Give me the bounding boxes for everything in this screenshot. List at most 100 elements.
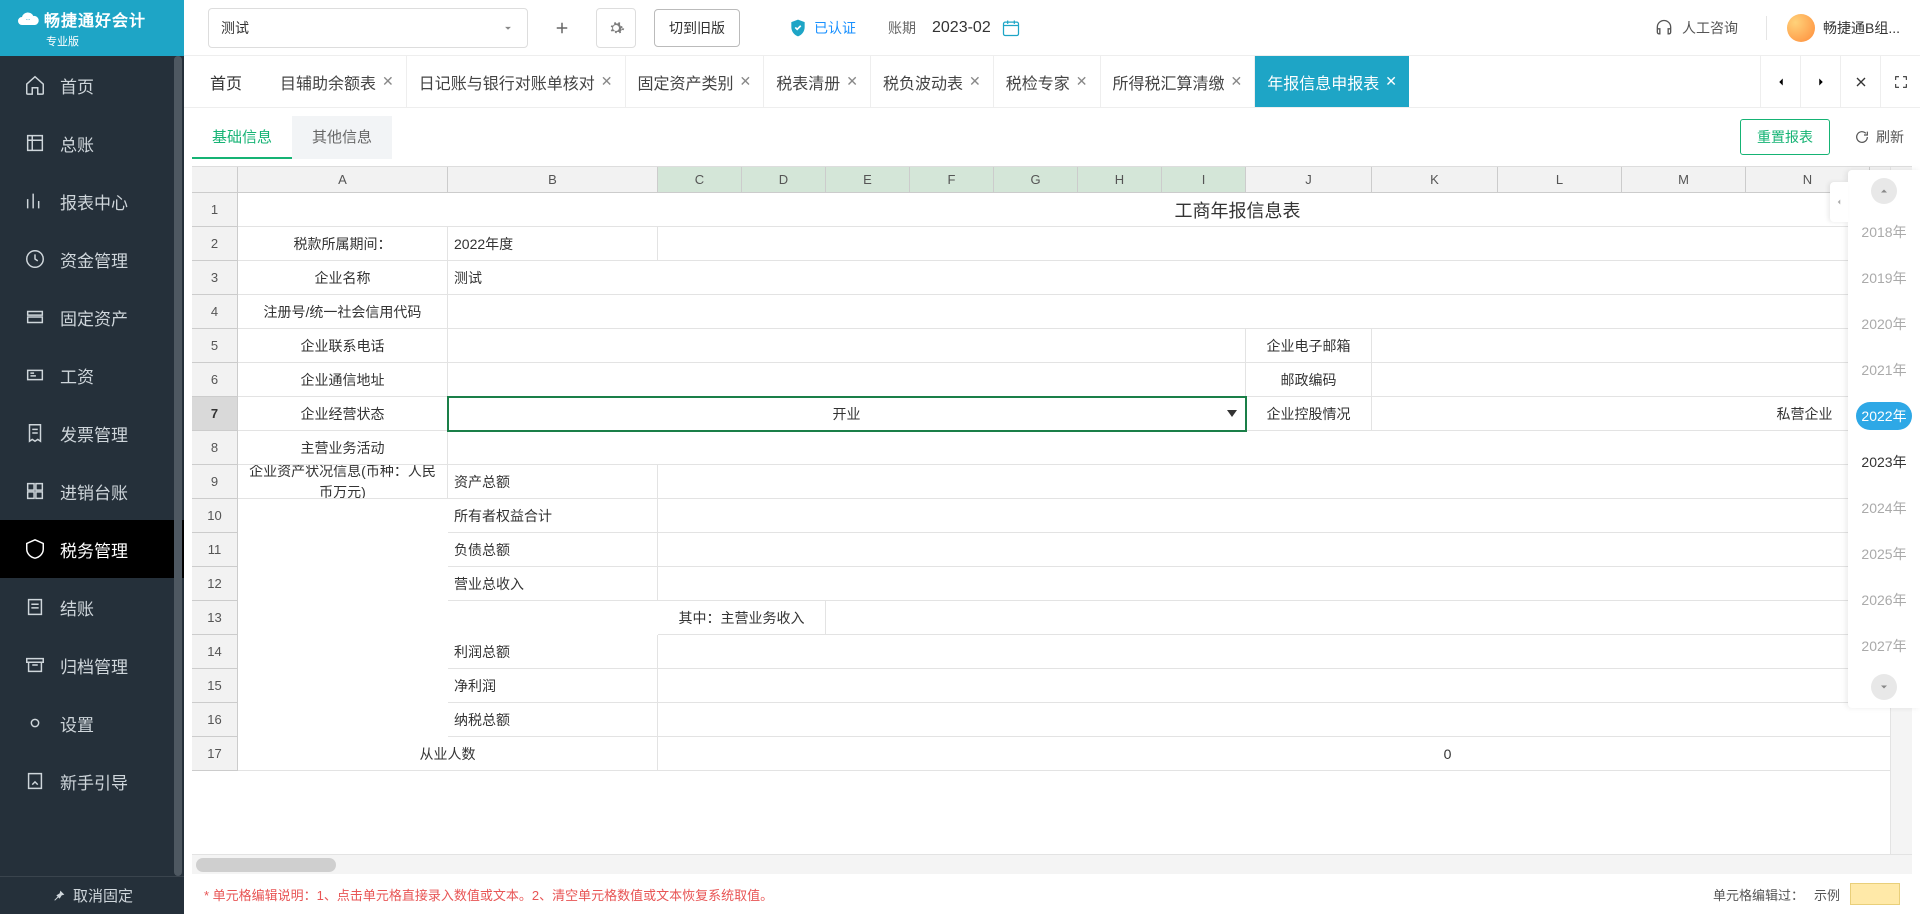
- pin-icon: [51, 888, 67, 904]
- fixed-assets-icon: [24, 306, 46, 328]
- add-button[interactable]: [542, 8, 582, 48]
- brand-logo: 畅捷通好会计 专业版: [0, 0, 184, 56]
- year-2025年[interactable]: 2025年: [1856, 540, 1912, 568]
- company-selector[interactable]: 测试: [208, 8, 528, 48]
- settings-icon: [24, 712, 46, 734]
- inventory-icon: [24, 480, 46, 502]
- tab-7[interactable]: 年报信息申报表✕: [1255, 56, 1409, 107]
- spreadsheet[interactable]: ABCDEFGHIJKLMNOPQ1工商年报信息表2税款所属期间：2022年度3…: [192, 166, 1912, 874]
- sample-swatch: [1850, 883, 1900, 905]
- gear-icon: [607, 19, 625, 37]
- tab-4[interactable]: 税负波动表✕: [871, 56, 993, 107]
- main-area: 首页 目辅助余额表✕日记账与银行对账单核对✕固定资产类别✕税表清册✕税负波动表✕…: [184, 56, 1920, 914]
- guide-icon: [24, 770, 46, 792]
- tabs-bar: 首页 目辅助余额表✕日记账与银行对账单核对✕固定资产类别✕税表清册✕税负波动表✕…: [184, 56, 1920, 108]
- tabs-scroll-right[interactable]: [1800, 56, 1840, 107]
- funds-icon: [24, 248, 46, 270]
- tab-3[interactable]: 税表清册✕: [764, 56, 870, 107]
- footer-sample-label: 示例: [1814, 885, 1840, 904]
- sidebar-item-inventory[interactable]: 进销台账: [0, 462, 184, 520]
- sidebar-item-reports[interactable]: 报表中心: [0, 172, 184, 230]
- year-2027年[interactable]: 2027年: [1856, 632, 1912, 660]
- fullscreen-button[interactable]: [1880, 56, 1920, 107]
- tab-6[interactable]: 所得税汇算清缴✕: [1101, 56, 1255, 107]
- tab-5[interactable]: 税检专家✕: [994, 56, 1100, 107]
- cloud-icon: [16, 7, 40, 31]
- refresh-button[interactable]: 刷新: [1854, 127, 1904, 147]
- sidebar-scrollbar[interactable]: [174, 56, 182, 876]
- tab-close-icon[interactable]: ✕: [1385, 73, 1397, 90]
- tab-close-icon[interactable]: ✕: [382, 73, 394, 90]
- home-icon: [24, 74, 46, 96]
- reset-report-button[interactable]: 重置报表: [1740, 119, 1830, 155]
- caret-right-icon: [1814, 75, 1828, 89]
- year-2022年[interactable]: 2022年: [1856, 402, 1912, 430]
- year-2020年[interactable]: 2020年: [1856, 310, 1912, 338]
- sub-header: 基础信息其他信息 重置报表 刷新: [184, 108, 1920, 166]
- sidebar-item-fixed-assets[interactable]: 固定资产: [0, 288, 184, 346]
- year-2024年[interactable]: 2024年: [1856, 494, 1912, 522]
- old-version-button[interactable]: 切到旧版: [654, 9, 740, 47]
- footer: * 单元格编辑说明：1、点击单元格直接录入数值或文本。2、清空单元格数值或文本恢…: [184, 874, 1920, 914]
- sidebar-item-payroll[interactable]: 工资: [0, 346, 184, 404]
- sidebar-item-ledger[interactable]: 总账: [0, 114, 184, 172]
- payroll-icon: [24, 364, 46, 386]
- company-name: 测试: [221, 18, 249, 38]
- tab-close-icon[interactable]: ✕: [601, 73, 613, 90]
- tabs-scroll-left[interactable]: [1760, 56, 1800, 107]
- year-2023年[interactable]: 2023年: [1856, 448, 1912, 476]
- headset-icon: [1654, 18, 1674, 38]
- ledger-icon: [24, 132, 46, 154]
- tab-home[interactable]: 首页: [184, 56, 268, 107]
- reports-icon: [24, 190, 46, 212]
- year-down[interactable]: [1871, 674, 1897, 700]
- tab-close-all[interactable]: [1840, 56, 1880, 107]
- tab-2[interactable]: 固定资产类别✕: [626, 56, 764, 107]
- topbar: 畅捷通好会计 专业版 测试 切到旧版 已认证 账期 2023-02 人工咨询 畅…: [0, 0, 1920, 56]
- invoice-icon: [24, 422, 46, 444]
- sidebar-item-funds[interactable]: 资金管理: [0, 230, 184, 288]
- settings-button[interactable]: [596, 8, 636, 48]
- fullscreen-icon: [1893, 74, 1909, 90]
- sub-tab-0[interactable]: 基础信息: [192, 116, 292, 159]
- user-menu[interactable]: 畅捷通B组...: [1787, 14, 1900, 42]
- sidebar-item-invoice[interactable]: 发票管理: [0, 404, 184, 462]
- sidebar-item-settings[interactable]: 设置: [0, 694, 184, 752]
- year-2018年[interactable]: 2018年: [1856, 218, 1912, 246]
- tab-1[interactable]: 日记账与银行对账单核对✕: [407, 56, 625, 107]
- year-2026年[interactable]: 2026年: [1856, 586, 1912, 614]
- tab-close-icon[interactable]: ✕: [969, 73, 981, 90]
- sidebar-item-home[interactable]: 首页: [0, 56, 184, 114]
- tab-close-icon[interactable]: ✕: [740, 73, 752, 90]
- year-panel-expand[interactable]: [1830, 182, 1848, 222]
- business-status-cell[interactable]: 开业: [448, 397, 1246, 431]
- sidebar-item-tax[interactable]: 税务管理: [0, 520, 184, 578]
- sidebar: 首页总账报表中心资金管理固定资产工资发票管理进销台账税务管理结账归档管理设置新手…: [0, 56, 184, 914]
- sidebar-item-close[interactable]: 结账: [0, 578, 184, 636]
- plus-icon: [553, 19, 571, 37]
- close-icon: [1853, 74, 1869, 90]
- year-up[interactable]: [1871, 178, 1897, 204]
- chevron-down-icon: [501, 21, 515, 35]
- avatar: [1787, 14, 1815, 42]
- chevron-up-icon: [1878, 185, 1890, 197]
- verified-badge[interactable]: 已认证: [788, 18, 856, 38]
- calendar-icon[interactable]: [1001, 18, 1021, 38]
- sidebar-item-archive[interactable]: 归档管理: [0, 636, 184, 694]
- shield-check-icon: [788, 18, 808, 38]
- support-button[interactable]: 人工咨询: [1654, 18, 1738, 38]
- tab-0[interactable]: 目辅助余额表✕: [268, 56, 406, 107]
- year-2019年[interactable]: 2019年: [1856, 264, 1912, 292]
- tab-close-icon[interactable]: ✕: [1076, 73, 1088, 90]
- sheet-hscroll[interactable]: [192, 854, 1912, 874]
- unpin-sidebar[interactable]: 取消固定: [0, 876, 184, 914]
- sub-tab-1[interactable]: 其他信息: [292, 116, 392, 159]
- sidebar-item-guide[interactable]: 新手引导: [0, 752, 184, 810]
- year-2021年[interactable]: 2021年: [1856, 356, 1912, 384]
- tab-close-icon[interactable]: ✕: [846, 73, 858, 90]
- refresh-icon: [1854, 129, 1870, 145]
- tab-close-icon[interactable]: ✕: [1231, 73, 1243, 90]
- archive-icon: [24, 654, 46, 676]
- tax-icon: [24, 538, 46, 560]
- year-panel: 2018年 2019年 2020年 2021年 2022年 2023年 2024年 2025年…: [1848, 170, 1920, 708]
